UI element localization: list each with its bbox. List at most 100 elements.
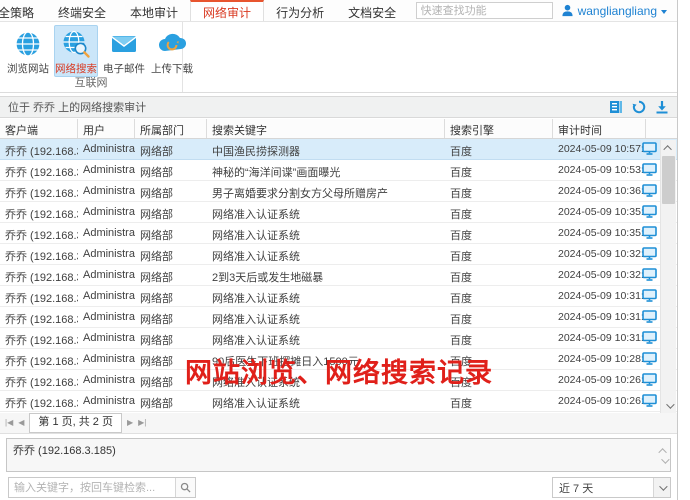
upload-download-button[interactable]: 上传下载 [150,25,194,77]
monitor-icon[interactable] [642,352,657,365]
table-row[interactable]: 乔乔 (192.168.3...Administra...网络部网络准入认证系统… [0,286,677,307]
browse-website-button[interactable]: 浏览网站 [6,25,50,77]
cell-engine: 百度 [445,328,553,348]
user-menu[interactable]: wangliangliang [561,4,667,18]
vertical-scrollbar[interactable] [660,140,676,413]
column-header-time[interactable]: 审计时间 [553,119,677,138]
date-range-select[interactable]: 近 7 天 [552,477,671,498]
column-header-client[interactable]: 客户端 [0,119,78,138]
cell-department: 网络部 [135,370,207,390]
person-icon [561,4,574,17]
menu-tab[interactable]: 文档安全 [336,0,408,21]
refresh-icon[interactable] [632,100,646,114]
cell-department: 网络部 [135,286,207,306]
cell-keyword: 网络准入认证系统 [207,307,445,327]
cell-engine: 百度 [445,202,553,222]
toolbar: 位于 乔乔 上的网络搜索审计 [0,96,677,118]
columns-icon[interactable] [609,100,623,114]
cell-keyword: 网络准入认证系统 [207,244,445,264]
monitor-icon[interactable] [642,310,657,323]
table-row[interactable]: 乔乔 (192.168.3...Administra...网络部网络准入认证系统… [0,223,677,244]
first-page-icon[interactable]: |◀ [5,419,13,427]
monitor-icon[interactable] [642,247,657,260]
menu-tab[interactable]: 工具箱 [408,0,416,21]
table-row[interactable]: 乔乔 (192.168.3...Administra...网络部网络准入认证系统… [0,244,677,265]
monitor-icon[interactable] [642,268,657,281]
scrollbar-thumb[interactable] [662,156,675,204]
cell-department: 网络部 [135,244,207,264]
menu-tab[interactable]: 网络审计 [190,0,264,21]
cell-user: Administra... [78,139,135,159]
next-page-icon[interactable]: ▶ [127,419,133,427]
cell-client: 乔乔 (192.168.3... [0,181,78,201]
footer-bar: 近 7 天 [0,472,677,500]
monitor-icon[interactable] [642,142,657,155]
monitor-icon[interactable] [642,163,657,176]
quick-search-input[interactable] [416,2,553,19]
menu-tab[interactable]: 本地审计 [118,0,190,21]
monitor-icon[interactable] [642,184,657,197]
cell-client: 乔乔 (192.168.3... [0,202,78,222]
last-page-icon[interactable]: ▶| [138,419,146,427]
column-header-department[interactable]: 所属部门 [135,119,207,138]
cell-department: 网络部 [135,328,207,348]
cell-department: 网络部 [135,265,207,285]
table-row[interactable]: 乔乔 (192.168.3...Administra...网络部网络准入认证系统… [0,391,677,412]
cell-client: 乔乔 (192.168.3... [0,349,78,369]
cell-client: 乔乔 (192.168.3... [0,160,78,180]
table-row[interactable]: 乔乔 (192.168.3...Administra...网络部90后医生下班摆… [0,349,677,370]
email-button[interactable]: 电子邮件 [102,25,146,77]
table-row[interactable]: 乔乔 (192.168.3...Administra...网络部2到3天后或发生… [0,265,677,286]
menu-tab[interactable]: 终端安全 [46,0,118,21]
cell-user: Administra... [78,286,135,306]
menu-tab[interactable]: 行为分析 [264,0,336,21]
cell-user: Administra... [78,160,135,180]
cell-engine: 百度 [445,391,553,411]
table-row[interactable]: 乔乔 (192.168.3...Administra...网络部神秘的“海洋间谍… [0,160,677,181]
globe-icon [13,29,43,59]
cell-keyword: 网络准入认证系统 [207,328,445,348]
cell-department: 网络部 [135,160,207,180]
cell-time: 2024-05-09 10:35:13 [553,223,677,243]
ribbon-buttons: 浏览网站 网络搜索 [0,22,182,77]
column-header-keyword[interactable]: 搜索关键字 [207,119,445,138]
monitor-icon[interactable] [642,331,657,344]
scroll-up-icon[interactable] [661,140,676,155]
search-audit-table: 客户端 用户 所属部门 搜索关键字 搜索引擎 审计时间 乔乔 (192.168.… [0,119,677,413]
monitor-icon[interactable] [642,289,657,302]
cell-engine: 百度 [445,181,553,201]
cell-client: 乔乔 (192.168.3... [0,328,78,348]
user-name: wangliangliang [578,4,657,18]
monitor-icon[interactable] [642,394,657,407]
web-search-button[interactable]: 网络搜索 [54,25,98,77]
table-row[interactable]: 乔乔 (192.168.3...Administra...网络部网络准入认证系统… [0,307,677,328]
table-row[interactable]: 乔乔 (192.168.3...Administra...网络部中国渔民捞探测器… [0,139,677,160]
cell-user: Administra... [78,223,135,243]
table-row[interactable]: 乔乔 (192.168.3...Administra...网络部网络准入认证系统… [0,202,677,223]
panel-scroll-down-icon[interactable] [661,451,667,469]
cell-engine: 百度 [445,223,553,243]
cell-client: 乔乔 (192.168.3... [0,286,78,306]
table-row[interactable]: 乔乔 (192.168.3...Administra...网络部网络准入认证系统… [0,370,677,391]
monitor-icon[interactable] [642,205,657,218]
scroll-down-icon[interactable] [661,398,676,413]
table-row[interactable]: 乔乔 (192.168.3...Administra...网络部男子离婚要求分割… [0,181,677,202]
monitor-icon[interactable] [642,373,657,386]
table-row[interactable]: 乔乔 (192.168.3...Administra...网络部网络准入认证系统… [0,328,677,349]
monitor-icon[interactable] [642,226,657,239]
ribbon-group-label: 互联网 [0,74,182,90]
column-header-user[interactable]: 用户 [78,119,135,138]
search-submit-button[interactable] [175,478,195,497]
grid-body: 乔乔 (192.168.3...Administra...网络部中国渔民捞探测器… [0,139,677,412]
cell-time: 2024-05-09 10:28:01 [553,349,677,369]
cell-user: Administra... [78,391,135,411]
cell-user: Administra... [78,307,135,327]
menu-tab[interactable]: 全策略 [0,0,46,21]
column-header-engine[interactable]: 搜索引擎 [445,119,553,138]
cell-client: 乔乔 (192.168.3... [0,244,78,264]
cell-user: Administra... [78,349,135,369]
prev-page-icon[interactable]: ◀ [18,419,24,427]
envelope-icon [109,29,139,59]
keyword-search-input[interactable] [9,478,175,497]
download-icon[interactable] [655,100,669,114]
